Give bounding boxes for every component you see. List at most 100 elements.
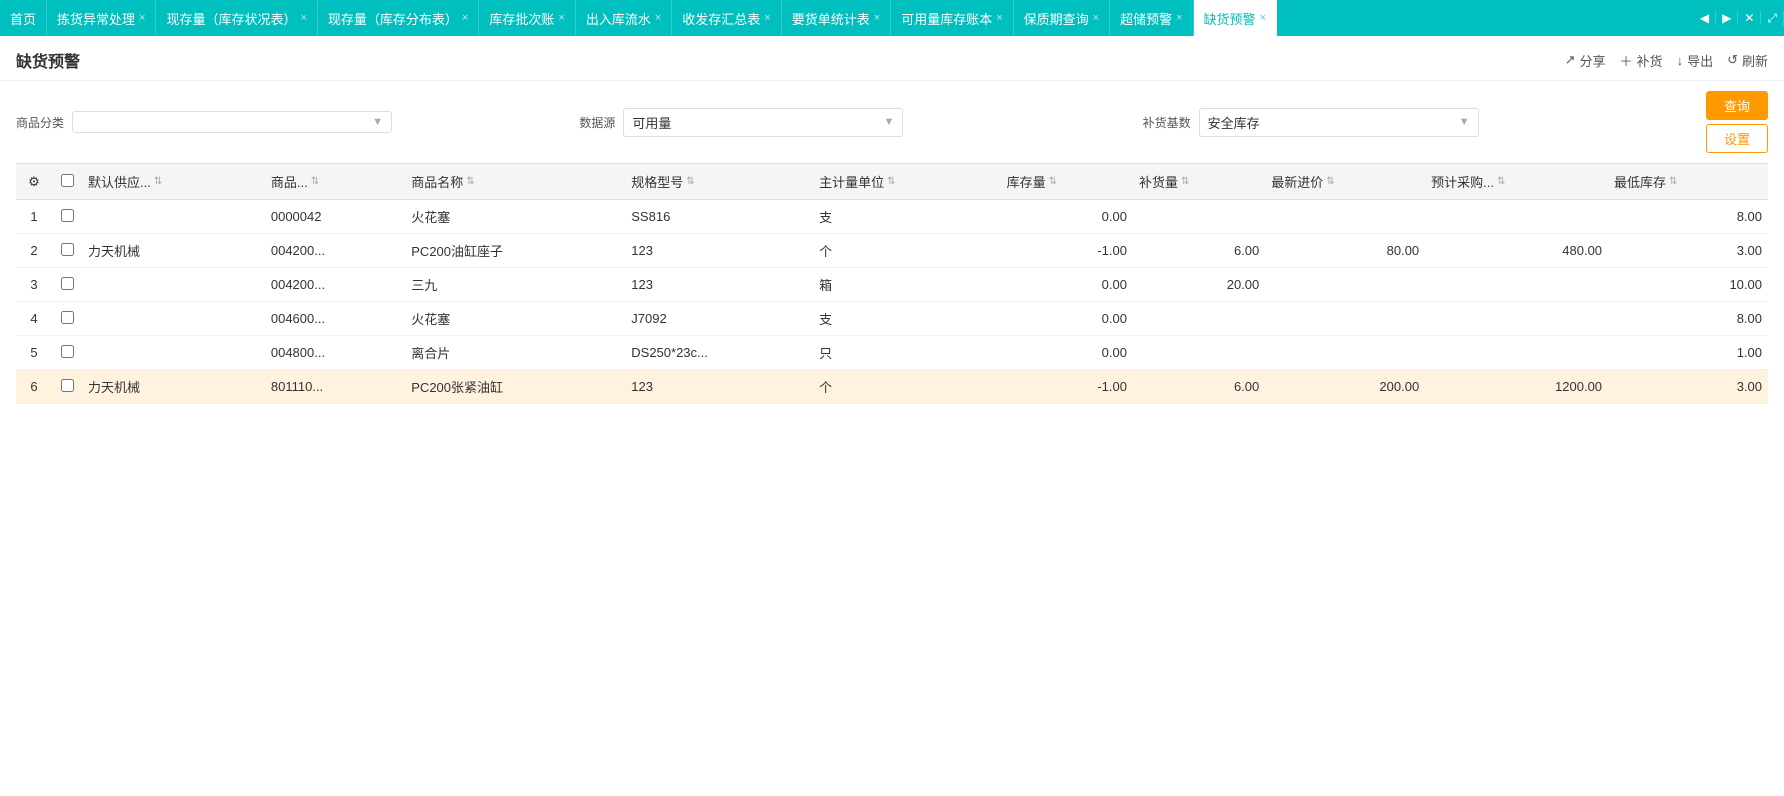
nav-tab-inventory-status[interactable]: 现存量（库存状况表） × [156,0,317,36]
nav-expand[interactable]: ⤢ [1761,11,1784,26]
row-estimated-purchase-5 [1425,336,1608,370]
row-num-4: 4 [16,302,52,336]
row-checkbox-1[interactable] [52,200,82,234]
row-checkbox-3[interactable] [52,268,82,302]
col-checkbox-all [52,164,82,200]
export-button[interactable]: ↓ 导出 [1677,51,1714,70]
filter-category-group: 商品分类 ▼ [16,111,579,133]
nav-tab-overstock[interactable]: 超储预警 × [1110,0,1193,36]
col-latest-price-label: 最新进价 [1271,172,1323,191]
close-tab-shortage[interactable]: × [1260,12,1266,24]
col-default-supplier-label: 默认供应... [88,172,151,191]
settings-button[interactable]: 设置 [1706,124,1768,153]
sort-estimated-purchase-icon[interactable]: ⇅ [1497,176,1505,187]
share-button[interactable]: ↗ 分享 [1565,51,1606,70]
row-product-name-6: PC200张紧油缸 [405,370,625,404]
nav-tab-abnormal[interactable]: 拣货异常处理 × [47,0,156,36]
row-checkbox-4[interactable] [52,302,82,336]
row-estimated-purchase-6: 1200.00 [1425,370,1608,404]
sort-min-stock-icon[interactable]: ⇅ [1669,176,1677,187]
close-tab-available-ledger[interactable]: × [996,12,1002,24]
row-checkbox-5[interactable] [52,336,82,370]
nav-tab-collect-summary[interactable]: 收发存汇总表 × [672,0,781,36]
settings-gear-icon[interactable]: ⚙ [28,174,40,189]
close-tab-order-stats[interactable]: × [874,12,880,24]
select-all-checkbox[interactable] [61,174,74,187]
nav-tab-batch-account[interactable]: 库存批次账 × [479,0,575,36]
row-product-name-3: 三九 [405,268,625,302]
col-product-code-label: 商品... [271,172,308,191]
table-row[interactable]: 1 0000042 火花塞 SS816 支 0.00 8.00 [16,200,1768,234]
close-tab-inventory-dist[interactable]: × [462,12,468,24]
nav-right-arrow[interactable]: ▶ [1716,11,1738,25]
nav-tab-shortage[interactable]: 缺货预警 × [1194,0,1277,36]
row-num-1: 1 [16,200,52,234]
nav-close-all[interactable]: ✕ [1738,11,1761,25]
replenish-basis-select[interactable]: 安全库存 ▼ [1199,108,1479,137]
row-stock-4: 0.00 [1001,302,1133,336]
nav-tab-home[interactable]: 首页 [0,0,47,36]
col-spec-label: 规格型号 [631,172,683,191]
row-unit-4: 支 [813,302,1000,336]
col-product-code: 商品... ⇅ [265,164,405,200]
col-stock: 库存量 ⇅ [1001,164,1133,200]
table-row[interactable]: 6 力天机械 801110... PC200张紧油缸 123 个 -1.00 6… [16,370,1768,404]
replenish-basis-value: 安全库存 [1208,113,1260,132]
datasource-select[interactable]: 可用量 ▼ [623,108,903,137]
nav-tab-expiry-query[interactable]: 保质期查询 × [1014,0,1110,36]
row-product-code-2: 004200... [265,234,405,268]
close-tab-collect-summary[interactable]: × [764,12,770,24]
sort-product-name-icon[interactable]: ⇅ [466,176,474,187]
replenish-basis-label: 补货基数 [1143,114,1191,131]
table-row[interactable]: 5 004800... 离合片 DS250*23c... 只 0.00 1.00 [16,336,1768,370]
close-tab-overstock[interactable]: × [1176,12,1182,24]
sort-replenish-qty-icon[interactable]: ⇅ [1181,176,1189,187]
table-row[interactable]: 4 004600... 火花塞 J7092 支 0.00 8.00 [16,302,1768,336]
sort-unit-icon[interactable]: ⇅ [887,176,895,187]
row-latest-price-1 [1265,200,1425,234]
col-estimated-purchase: 预计采购... ⇅ [1425,164,1608,200]
nav-tab-inventory-dist[interactable]: 现存量（库存分布表） × [318,0,479,36]
filter-row: 商品分类 ▼ 数据源 可用量 ▼ 补货基数 安全库存 ▼ 查询 设置 [0,81,1784,163]
row-checkbox-2[interactable] [52,234,82,268]
row-spec-2: 123 [625,234,813,268]
row-replenish-qty-3: 20.00 [1133,268,1265,302]
row-estimated-purchase-2: 480.00 [1425,234,1608,268]
sort-spec-icon[interactable]: ⇅ [686,176,694,187]
close-tab-inout-flow[interactable]: × [655,12,661,24]
refresh-button[interactable]: ↺ 刷新 [1727,51,1768,70]
export-icon: ↓ [1677,53,1684,68]
row-checkbox-6[interactable] [52,370,82,404]
sort-product-code-icon[interactable]: ⇅ [311,176,319,187]
col-unit: 主计量单位 ⇅ [813,164,1000,200]
close-tab-batch-account[interactable]: × [558,12,564,24]
close-tab-abnormal[interactable]: × [139,12,145,24]
nav-tab-inout-flow[interactable]: 出入库流水 × [576,0,672,36]
sort-stock-icon[interactable]: ⇅ [1049,176,1057,187]
datasource-value: 可用量 [632,113,671,132]
table-row[interactable]: 2 力天机械 004200... PC200油缸座子 123 个 -1.00 6… [16,234,1768,268]
query-button[interactable]: 查询 [1706,91,1768,120]
row-product-code-5: 004800... [265,336,405,370]
table-body: 1 0000042 火花塞 SS816 支 0.00 8.00 2 力天机械 0… [16,200,1768,404]
category-label: 商品分类 [16,114,64,131]
nav-left-arrow[interactable]: ◀ [1694,11,1716,25]
sort-latest-price-icon[interactable]: ⇅ [1326,176,1334,187]
row-latest-price-4 [1265,302,1425,336]
table-row[interactable]: 3 004200... 三九 123 箱 0.00 20.00 10.00 [16,268,1768,302]
close-tab-expiry-query[interactable]: × [1093,12,1099,24]
datasource-label: 数据源 [579,114,615,131]
table-container: ⚙ 默认供应... ⇅ 商品... ⇅ [0,163,1784,404]
row-min-stock-4: 8.00 [1608,302,1768,336]
close-tab-inventory-status[interactable]: × [300,12,306,24]
row-estimated-purchase-4 [1425,302,1608,336]
category-select[interactable]: ▼ [72,111,392,133]
nav-tab-available-ledger[interactable]: 可用量库存账本 × [891,0,1013,36]
row-spec-4: J7092 [625,302,813,336]
replenish-button[interactable]: ＋ 补货 [1620,51,1663,70]
page-content: 缺货预警 ↗ 分享 ＋ 补货 ↓ 导出 ↺ 刷新 商品分类 [0,36,1784,796]
row-stock-3: 0.00 [1001,268,1133,302]
nav-tab-order-stats[interactable]: 要货单统计表 × [782,0,891,36]
datasource-dropdown-arrow: ▼ [883,116,894,128]
sort-default-supplier-icon[interactable]: ⇅ [154,176,162,187]
